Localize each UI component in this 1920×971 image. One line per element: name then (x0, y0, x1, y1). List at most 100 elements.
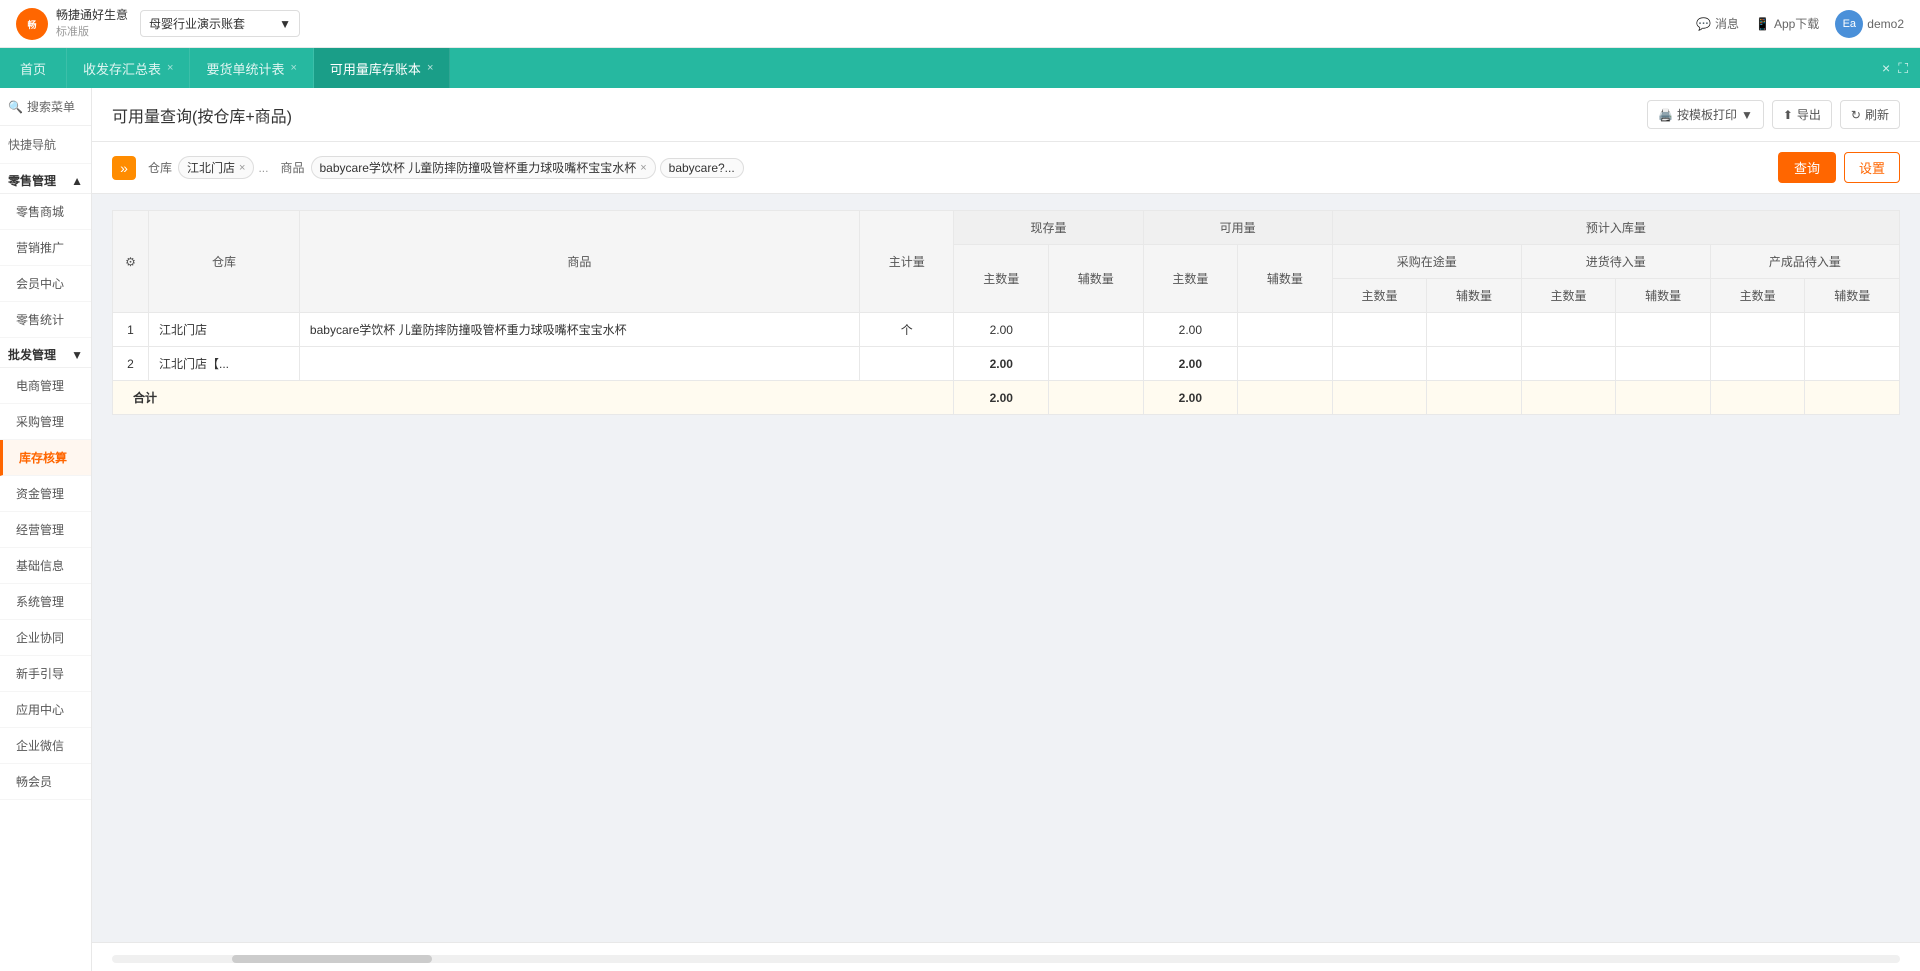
sidebar-item-operation[interactable]: 经营管理 (0, 512, 91, 548)
total-production-aux (1805, 381, 1900, 415)
tab-receive-close[interactable]: × (167, 62, 173, 74)
main-layout: 🔍 搜索菜单 快捷导航 零售管理 ▲ 零售商城 营销推广 会员中心 零售统计 批… (0, 88, 1920, 971)
chevron-down-icon: ▼ (71, 348, 83, 362)
tab-order[interactable]: 要货单统计表 × (190, 48, 313, 88)
tab-home[interactable]: 首页 (0, 48, 67, 88)
logo-text: 畅捷通好生意 (56, 8, 128, 24)
row1-incoming-main (1521, 313, 1616, 347)
export-button[interactable]: ⬆ 导出 (1772, 100, 1832, 129)
product-filter: 商品 babycare学饮杯 儿童防摔防撞吸管杯重力球吸嘴杯宝宝水杯 × bab… (280, 156, 743, 179)
sidebar-item-retail-mall[interactable]: 零售商城 (0, 194, 91, 230)
settings-button[interactable]: 设置 (1844, 152, 1900, 183)
tab-inventory[interactable]: 可用量库存账本 × (314, 48, 450, 88)
production-aux-header: 辅数量 (1805, 279, 1900, 313)
refresh-button[interactable]: ↻ 刷新 (1840, 100, 1900, 129)
scrollbar-thumb[interactable] (232, 955, 432, 963)
nav-tabs-right: × ⛶ (1870, 48, 1920, 88)
table-row: 1 江北门店 babycare学饮杯 儿童防摔防撞吸管杯重力球吸嘴杯宝宝水杯 个… (113, 313, 1900, 347)
table-container: ⚙ 仓库 商品 主计量 现存量 可用量 预计入库量 主数量 辅数量 主数量 辅数… (92, 194, 1920, 942)
row1-incoming-aux (1616, 313, 1711, 347)
sidebar-item-newbie[interactable]: 新手引导 (0, 656, 91, 692)
warehouse-more[interactable]: ... (258, 161, 268, 175)
total-incoming-main (1521, 381, 1616, 415)
row2-available-aux (1238, 347, 1333, 381)
nav-tabs: 首页 收发存汇总表 × 要货单统计表 × 可用量库存账本 × × ⛶ (0, 48, 1920, 88)
message-icon: 💬 (1696, 17, 1711, 31)
total-row: 合计 2.00 2.00 (113, 381, 1900, 415)
sidebar-item-member[interactable]: 会员中心 (0, 266, 91, 302)
available-header: 可用量 (1143, 211, 1332, 245)
sidebar-item-system[interactable]: 系统管理 (0, 584, 91, 620)
production-pending-header: 产成品待入量 (1710, 245, 1899, 279)
sidebar-section-wholesale[interactable]: 批发管理 ▼ (0, 338, 91, 368)
product-tag-2[interactable]: babycare?... (660, 158, 744, 178)
sidebar-item-enterprise[interactable]: 企业协同 (0, 620, 91, 656)
available-main-header: 主数量 (1143, 245, 1238, 313)
row2-available-main: 2.00 (1143, 347, 1238, 381)
gear-col-header[interactable]: ⚙ (113, 211, 149, 313)
planned-inbound-header: 预计入库量 (1332, 211, 1899, 245)
sidebar-item-app-center[interactable]: 应用中心 (0, 692, 91, 728)
current-aux-header: 辅数量 (1049, 245, 1144, 313)
app-icon: 📱 (1755, 17, 1770, 31)
sidebar-search[interactable]: 🔍 搜索菜单 (0, 88, 91, 126)
user-menu[interactable]: Ea demo2 (1835, 10, 1904, 38)
sidebar-item-purchase[interactable]: 采购管理 (0, 404, 91, 440)
tab-close-all[interactable]: × (1882, 60, 1890, 76)
row1-purchase-main (1332, 313, 1427, 347)
available-aux-header: 辅数量 (1238, 245, 1333, 313)
sidebar-item-ecommerce[interactable]: 电商管理 (0, 368, 91, 404)
production-main-header: 主数量 (1710, 279, 1805, 313)
tab-order-close[interactable]: × (290, 62, 296, 74)
svg-text:畅: 畅 (27, 19, 36, 30)
warehouse-label: 仓库 (148, 159, 172, 176)
row2-incoming-aux (1616, 347, 1711, 381)
expand-button[interactable]: » (112, 156, 136, 180)
row2-current-main: 2.00 (954, 347, 1049, 381)
sidebar-item-quick-nav[interactable]: 快捷导航 (0, 126, 91, 164)
row1-current-aux (1049, 313, 1144, 347)
refresh-icon: ↻ (1851, 108, 1861, 122)
total-incoming-aux (1616, 381, 1711, 415)
horizontal-scrollbar[interactable] (112, 955, 1900, 963)
warehouse-tag[interactable]: 江北门店 × (178, 156, 254, 179)
sidebar-section-retail[interactable]: 零售管理 ▲ (0, 164, 91, 194)
print-button[interactable]: 🖨️ 按模板打印 ▼ (1647, 100, 1764, 129)
tab-receive[interactable]: 收发存汇总表 × (67, 48, 190, 88)
row1-unit: 个 (859, 313, 954, 347)
row1-index: 1 (113, 313, 149, 347)
row2-current-aux (1049, 347, 1144, 381)
product-col-header: 商品 (299, 211, 859, 313)
row2-purchase-aux (1427, 347, 1522, 381)
warehouse-tags: 江北门店 × ... (178, 156, 268, 179)
current-main-header: 主数量 (954, 245, 1049, 313)
query-button[interactable]: 查询 (1778, 152, 1836, 183)
sidebar-item-marketing[interactable]: 营销推广 (0, 230, 91, 266)
row2-production-main (1710, 347, 1805, 381)
tab-inventory-close[interactable]: × (427, 62, 433, 74)
product-tags: babycare学饮杯 儿童防摔防撞吸管杯重力球吸嘴杯宝宝水杯 × babyca… (311, 156, 744, 179)
sidebar-item-wechat[interactable]: 企业微信 (0, 728, 91, 764)
tab-receive-label: 收发存汇总表 (83, 59, 161, 78)
sidebar-item-stock[interactable]: 库存核算 (0, 440, 91, 476)
filter-bar: » 仓库 江北门店 × ... 商品 babycare学饮杯 儿童防摔防撞吸管杯… (92, 142, 1920, 194)
industry-selector[interactable]: 母婴行业演示账套 ▼ (140, 10, 300, 37)
purchase-main-header: 主数量 (1332, 279, 1427, 313)
sidebar-item-finance[interactable]: 资金管理 (0, 476, 91, 512)
sidebar-item-changhui[interactable]: 畅会员 (0, 764, 91, 800)
row2-purchase-main (1332, 347, 1427, 381)
tab-expand[interactable]: ⛶ (1898, 60, 1908, 77)
message-button[interactable]: 💬 消息 (1696, 15, 1739, 32)
total-current-main: 2.00 (954, 381, 1049, 415)
product-tag-1[interactable]: babycare学饮杯 儿童防摔防撞吸管杯重力球吸嘴杯宝宝水杯 × (311, 156, 656, 179)
app-download-button[interactable]: 📱 App下载 (1755, 15, 1819, 32)
content-area: 可用量查询(按仓库+商品) 🖨️ 按模板打印 ▼ ⬆ 导出 ↻ 刷新 » (92, 88, 1920, 971)
remove-product-tag-1[interactable]: × (640, 162, 646, 174)
total-purchase-aux (1427, 381, 1522, 415)
sidebar-item-retail-stats[interactable]: 零售统计 (0, 302, 91, 338)
remove-warehouse-tag[interactable]: × (239, 162, 245, 174)
unit-col-header: 主计量 (859, 211, 954, 313)
row1-warehouse: 江北门店 (149, 313, 300, 347)
sidebar-item-basic[interactable]: 基础信息 (0, 548, 91, 584)
export-icon: ⬆ (1783, 108, 1793, 122)
